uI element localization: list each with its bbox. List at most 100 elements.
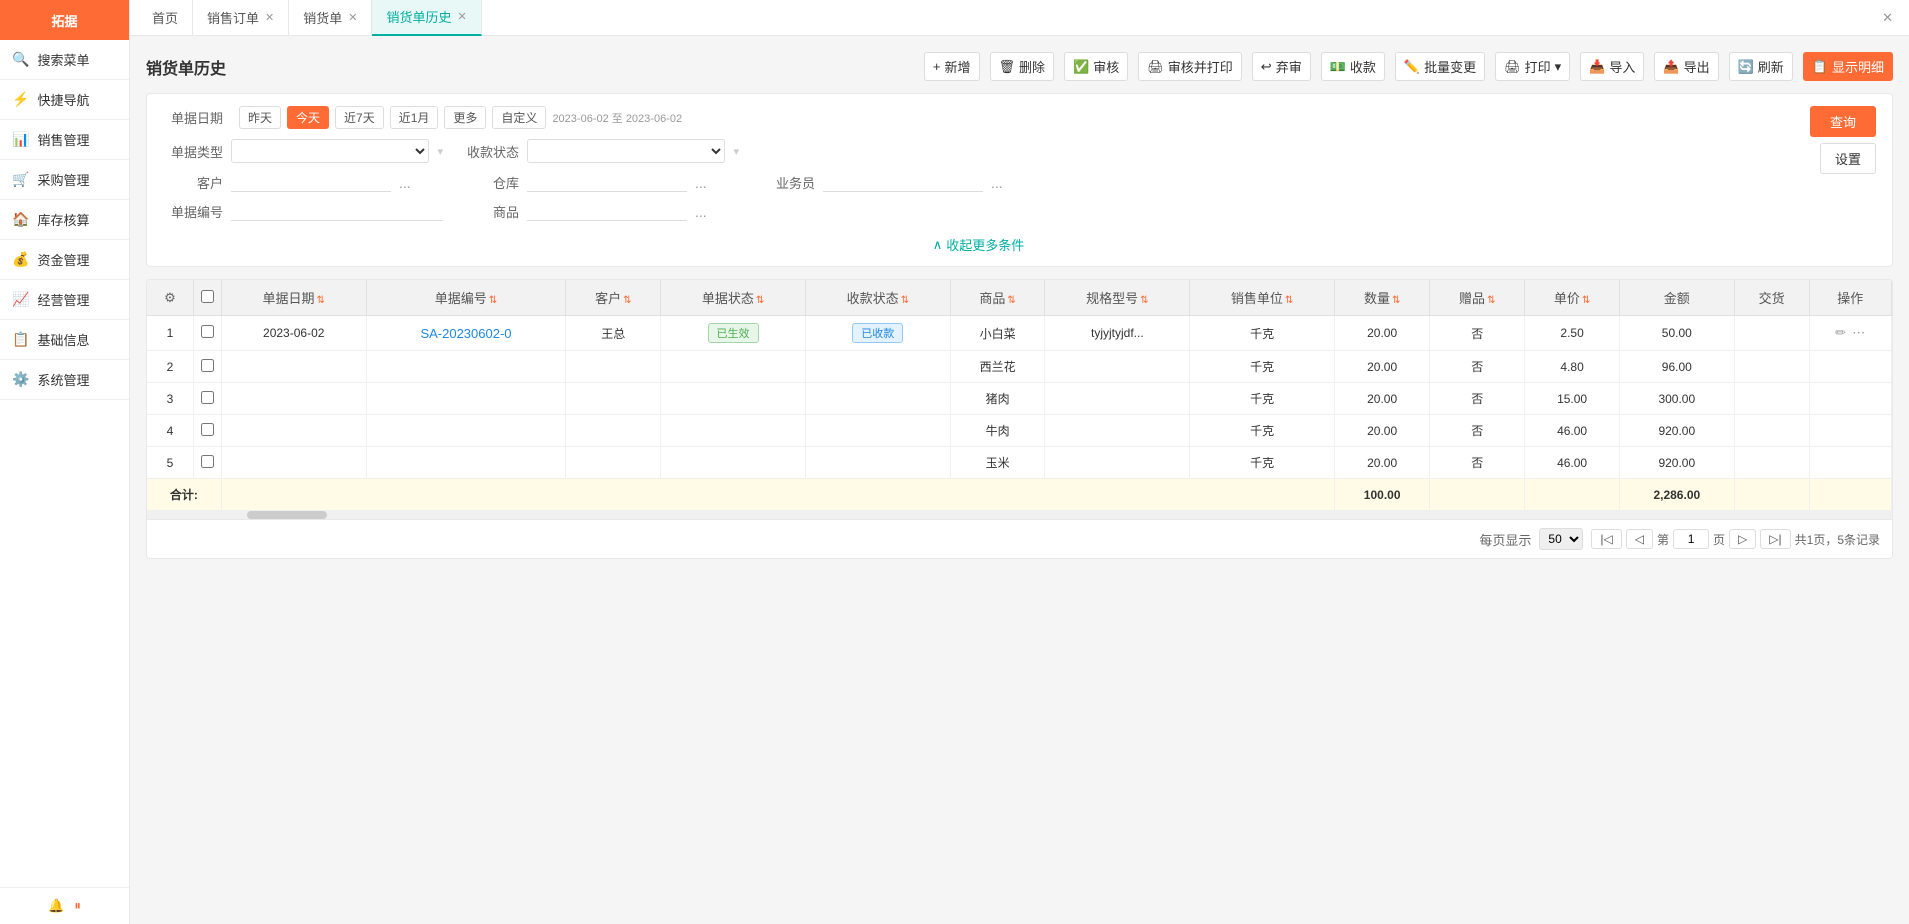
col-doc-status[interactable]: 单据状态⇅	[661, 280, 806, 316]
notification-icon[interactable]: 🔔	[48, 898, 64, 914]
batch-change-button[interactable]: ✏️ 批量变更	[1395, 52, 1485, 81]
close-tab-sales-order[interactable]: ✕	[265, 11, 274, 24]
sidebar-item-operations[interactable]: 📈 经营管理	[0, 280, 129, 320]
customer-input[interactable]	[231, 173, 391, 192]
sidebar-item-inventory[interactable]: 🏠 库存核算	[0, 200, 129, 240]
row-select-checkbox[interactable]	[201, 325, 214, 338]
col-qty[interactable]: 数量⇅	[1334, 280, 1429, 316]
sidebar-item-quick-nav[interactable]: ⚡ 快捷导航	[0, 80, 129, 120]
collapse-link[interactable]: ∧ 收起更多条件	[163, 231, 1794, 254]
col-unit-price[interactable]: 单价⇅	[1525, 280, 1620, 316]
goods-input[interactable]	[527, 202, 687, 221]
table-scroll-bar[interactable]	[147, 511, 1892, 519]
col-doc-no[interactable]: 单据编号⇅	[366, 280, 566, 316]
goods-label: 商品	[459, 202, 519, 221]
more-action-icon[interactable]: ⋯	[1852, 325, 1865, 341]
date-btn-7days[interactable]: 近7天	[335, 106, 384, 129]
cell-spec	[1045, 415, 1190, 447]
date-btn-today[interactable]: 今天	[287, 106, 329, 129]
gear-icon: ⚙️	[12, 371, 29, 388]
col-doc-date[interactable]: 单据日期⇅	[221, 280, 366, 316]
cell-doc_status	[661, 383, 806, 415]
row-select-checkbox[interactable]	[201, 455, 214, 468]
row-checkbox-cell[interactable]	[193, 383, 221, 415]
col-gift[interactable]: 赠品⇅	[1430, 280, 1525, 316]
row-select-checkbox[interactable]	[201, 423, 214, 436]
abandon-button[interactable]: ↩ 弃审	[1252, 52, 1311, 81]
close-tab-sales-goods[interactable]: ✕	[348, 11, 357, 24]
edit-action-icon[interactable]: ✏	[1835, 325, 1846, 341]
doc-no-link[interactable]: SA-20230602-0	[420, 326, 511, 341]
col-collect-status[interactable]: 收款状态⇅	[805, 280, 950, 316]
salesperson-dots[interactable]: ...	[991, 175, 1003, 191]
summary-empty5	[1809, 479, 1891, 511]
per-page-select[interactable]: 50	[1539, 528, 1583, 550]
sidebar-item-finance[interactable]: 💰 资金管理	[0, 240, 129, 280]
operations-icon: 📈	[12, 291, 29, 308]
date-btn-yesterday[interactable]: 昨天	[239, 106, 281, 129]
select-all-checkbox[interactable]	[201, 290, 214, 303]
last-page-btn[interactable]: ▷|	[1760, 529, 1790, 549]
close-tab-sales-history[interactable]: ✕	[458, 10, 467, 23]
add-button[interactable]: + 新增	[924, 52, 980, 81]
query-button[interactable]: 查询	[1810, 106, 1876, 137]
sidebar-item-search-menu[interactable]: 🔍 搜索菜单	[0, 40, 129, 80]
doc-no-input[interactable]	[231, 202, 443, 221]
col-customer[interactable]: 客户⇅	[566, 280, 661, 316]
tab-sales-history[interactable]: 销货单历史 ✕	[372, 0, 481, 36]
audit-button[interactable]: ✅ 审核	[1064, 52, 1128, 81]
collect-button[interactable]: 💵 收款	[1321, 52, 1385, 81]
col-unit[interactable]: 销售单位⇅	[1190, 280, 1335, 316]
tab-sales-goods[interactable]: 销货单 ✕	[289, 0, 372, 36]
filter-section: 单据日期 昨天 今天 近7天 近1月 更多 自定义 2023-06-02 至 2…	[146, 93, 1893, 267]
row-select-checkbox[interactable]	[201, 391, 214, 404]
tab-home[interactable]: 首页	[138, 0, 193, 36]
export-button[interactable]: 📤 导出	[1654, 52, 1718, 81]
display-detail-button[interactable]: 📋 显示明细	[1803, 52, 1893, 81]
goods-dots[interactable]: ...	[695, 204, 707, 220]
row-checkbox-cell[interactable]	[193, 351, 221, 383]
col-goods[interactable]: 商品⇅	[950, 280, 1045, 316]
date-btn-1month[interactable]: 近1月	[390, 106, 439, 129]
pause-icon[interactable]: ⏸	[74, 898, 81, 914]
audit-print-button[interactable]: 🖨 审核并打印	[1138, 52, 1242, 81]
filter-doc-type: 单据类型 ▾	[163, 139, 443, 163]
col-spec[interactable]: 规格型号⇅	[1045, 280, 1190, 316]
sidebar-item-sales-mgmt[interactable]: 📊 销售管理	[0, 120, 129, 160]
sidebar-item-base-info[interactable]: 📋 基础信息	[0, 320, 129, 360]
cell-spec	[1045, 351, 1190, 383]
refresh-button[interactable]: 🔄 刷新	[1729, 52, 1793, 81]
row-checkbox-cell[interactable]	[193, 316, 221, 351]
date-filter: 昨天 今天 近7天 近1月 更多 自定义 2023-06-02 至 2023-0…	[239, 106, 682, 129]
customer-dots[interactable]: ...	[399, 175, 411, 191]
collect-status-select[interactable]	[527, 139, 725, 163]
next-page-btn[interactable]: ▷	[1729, 529, 1756, 549]
page-number-input[interactable]	[1673, 529, 1709, 549]
sidebar-item-sys-mgmt[interactable]: ⚙️ 系统管理	[0, 360, 129, 400]
delete-button[interactable]: 🗑 删除	[990, 52, 1055, 81]
close-all-tabs[interactable]: ✕	[1874, 10, 1901, 26]
print-button[interactable]: 🖨 打印 ▾	[1495, 52, 1570, 81]
trash-icon: 🗑	[999, 59, 1016, 75]
salesperson-input[interactable]	[823, 173, 983, 192]
sort-gift-icon: ⇅	[1487, 295, 1495, 306]
cell-qty: 20.00	[1334, 351, 1429, 383]
tab-sales-order[interactable]: 销售订单 ✕	[193, 0, 289, 36]
doc-type-select[interactable]	[231, 139, 429, 163]
table-scroll-thumb[interactable]	[247, 511, 327, 519]
prev-page-btn[interactable]: ◁	[1626, 529, 1653, 549]
first-page-btn[interactable]: |◁	[1591, 529, 1621, 549]
col-settings[interactable]: ⚙	[147, 280, 193, 316]
cell-trade	[1734, 316, 1809, 351]
date-btn-more[interactable]: 更多	[444, 106, 486, 129]
setting-button[interactable]: 设置	[1820, 143, 1876, 174]
row-checkbox-cell[interactable]	[193, 415, 221, 447]
import-button[interactable]: 📥 导入	[1580, 52, 1644, 81]
row-select-checkbox[interactable]	[201, 359, 214, 372]
warehouse-dots[interactable]: ...	[695, 175, 707, 191]
warehouse-input[interactable]	[527, 173, 687, 192]
row-checkbox-cell[interactable]	[193, 447, 221, 479]
date-btn-custom[interactable]: 自定义	[492, 106, 546, 129]
sidebar-item-purchase-mgmt[interactable]: 🛒 采购管理	[0, 160, 129, 200]
row-num-cell: 3	[147, 383, 193, 415]
